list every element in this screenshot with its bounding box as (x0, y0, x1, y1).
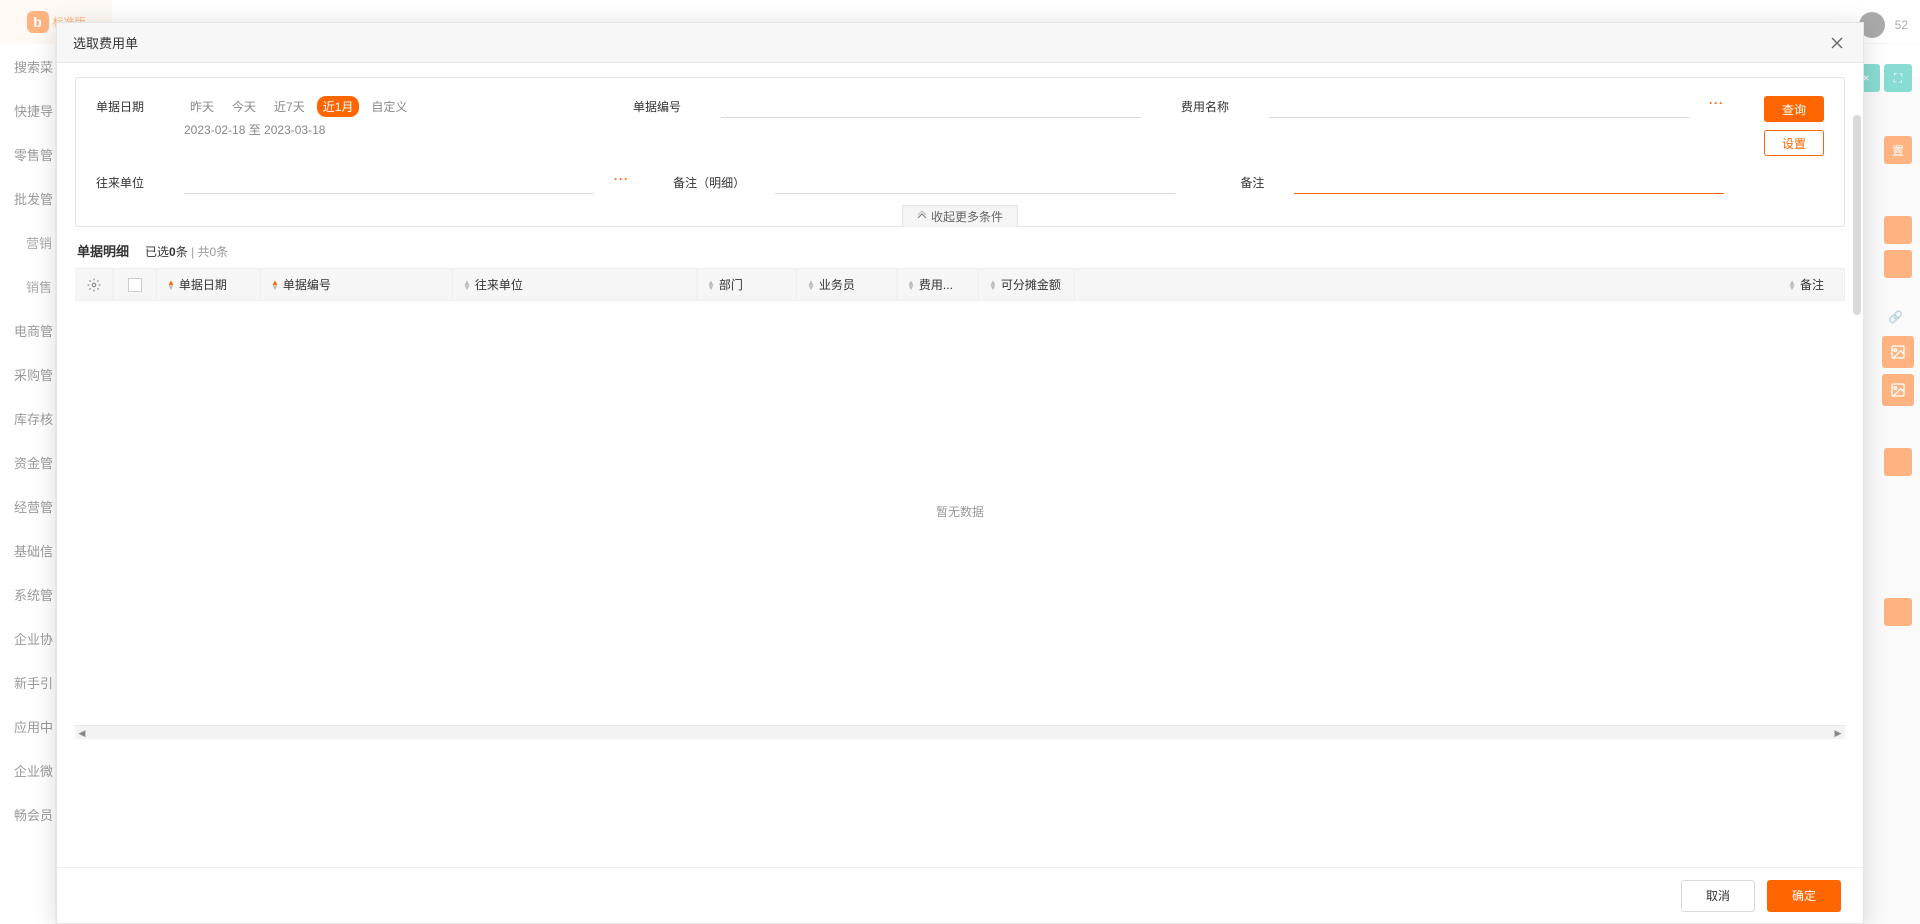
ok-button[interactable]: 确定 (1767, 880, 1841, 912)
col-header-dept[interactable]: ▲▼ 部门 (697, 269, 797, 300)
filter-party-label: 往来单位 (96, 172, 170, 191)
grid: ▲▼ 单据日期 ▲▼ 单据编号 ▲▼ 往来单位 ▲▼ (75, 268, 1845, 721)
column-settings-button[interactable] (75, 269, 113, 300)
col-header-date[interactable]: ▲▼ 单据日期 (157, 269, 261, 300)
sort-icon[interactable]: ▲▼ (907, 280, 915, 290)
col-header-no[interactable]: ▲▼ 单据编号 (261, 269, 453, 300)
settings-button[interactable]: 设置 (1764, 130, 1824, 156)
fee-name-picker-icon[interactable]: ··· (1703, 96, 1724, 110)
query-button[interactable]: 查询 (1764, 96, 1824, 122)
col-header-party[interactable]: ▲▼ 往来单位 (453, 269, 697, 300)
modal-body: 单据日期 昨天 今天 近7天 近1月 自定义 2023-02-18 至 2023… (57, 63, 1863, 867)
date-preset-today[interactable]: 今天 (226, 96, 262, 117)
vertical-scrollbar[interactable] (1853, 115, 1861, 807)
party-picker-icon[interactable]: ··· (608, 172, 629, 186)
date-preset-custom[interactable]: 自定义 (365, 96, 413, 117)
sort-icon[interactable]: ▲▼ (463, 280, 471, 290)
col-header-allot[interactable]: ▲▼ 可分摊金额 (979, 269, 1075, 300)
filter-remark-label: 备注 (1240, 172, 1280, 191)
sort-icon[interactable]: ▲▼ (1788, 280, 1796, 290)
sort-icon[interactable]: ▲▼ (271, 280, 279, 290)
close-icon[interactable] (1827, 33, 1847, 53)
modal-select-expense: 选取费用单 单据日期 昨天 今天 (56, 22, 1864, 924)
filter-date-label: 单据日期 (96, 96, 170, 115)
party-input[interactable] (184, 172, 594, 194)
doc-no-input[interactable] (721, 96, 1141, 118)
scroll-right-icon[interactable]: ▶ (1831, 726, 1845, 740)
sort-icon[interactable]: ▲▼ (167, 280, 175, 290)
detail-header: 单据明细 已选0条 | 共0条 (77, 241, 1845, 260)
selection-summary: 已选0条 | 共0条 (145, 243, 228, 260)
chevron-up-icon (917, 210, 927, 224)
date-range-text: 2023-02-18 至 2023-03-18 (184, 121, 413, 138)
grid-empty-text: 暂无数据 (75, 301, 1845, 721)
collapse-label: 收起更多条件 (931, 208, 1003, 225)
filter-feename-label: 费用名称 (1181, 96, 1255, 115)
filter-docno-label: 单据编号 (633, 96, 707, 115)
col-header-fee[interactable]: ▲▼ 费用... (897, 269, 979, 300)
collapse-filters-button[interactable]: 收起更多条件 (902, 205, 1018, 227)
tab-detail[interactable]: 单据明细 (77, 241, 129, 260)
filter-detailremark-label: 备注（明细） (673, 172, 761, 191)
scroll-left-icon[interactable]: ◀ (75, 726, 89, 740)
horizontal-scrollbar[interactable]: ◀ ▶ (75, 725, 1845, 739)
date-preset-7d[interactable]: 近7天 (268, 96, 311, 117)
sort-icon[interactable]: ▲▼ (807, 280, 815, 290)
modal-footer: 取消 确定 (57, 867, 1863, 923)
modal-header: 选取费用单 (57, 23, 1863, 63)
modal-title: 选取费用单 (73, 33, 138, 52)
date-preset-group: 昨天 今天 近7天 近1月 自定义 (184, 96, 413, 117)
cancel-button[interactable]: 取消 (1681, 880, 1755, 912)
col-header-sales[interactable]: ▲▼ 业务员 (797, 269, 897, 300)
detail-remark-input[interactable] (775, 172, 1175, 194)
sort-icon[interactable]: ▲▼ (989, 280, 997, 290)
remark-input[interactable] (1294, 172, 1724, 194)
fee-name-input[interactable] (1269, 96, 1689, 118)
date-preset-1m[interactable]: 近1月 (317, 96, 360, 117)
filter-panel: 单据日期 昨天 今天 近7天 近1月 自定义 2023-02-18 至 2023… (75, 77, 1845, 227)
grid-header: ▲▼ 单据日期 ▲▼ 单据编号 ▲▼ 往来单位 ▲▼ (75, 269, 1845, 301)
date-preset-yesterday[interactable]: 昨天 (184, 96, 220, 117)
select-all-checkbox[interactable] (113, 269, 157, 300)
modal-overlay: 选取费用单 单据日期 昨天 今天 (0, 0, 1920, 924)
col-header-remark[interactable]: ▲▼ 备注 (1075, 269, 1845, 300)
sort-icon[interactable]: ▲▼ (707, 280, 715, 290)
